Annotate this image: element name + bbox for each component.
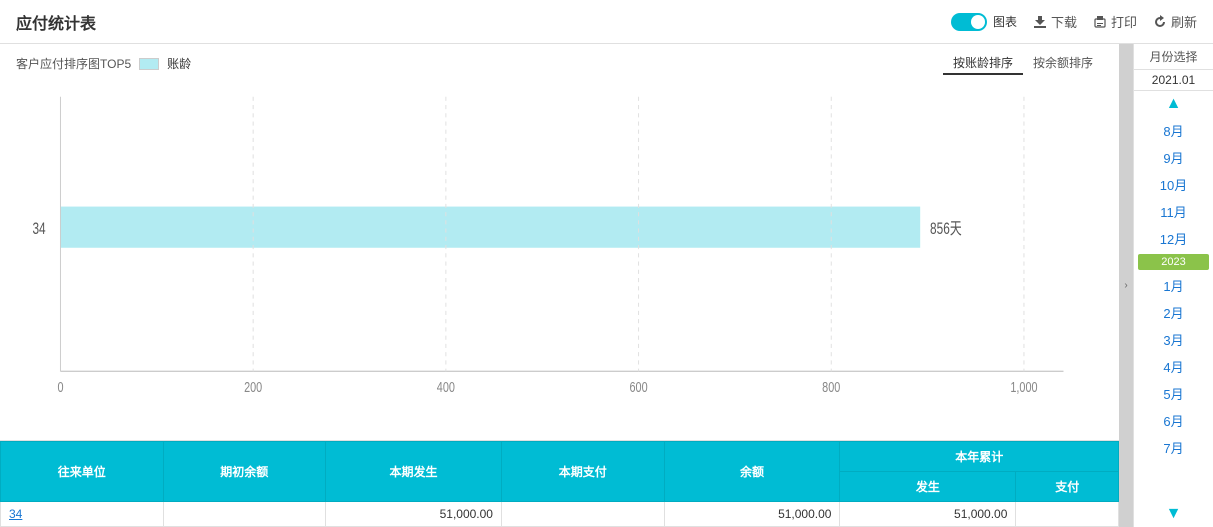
sidebar-month-item[interactable]: 9月 (1134, 144, 1213, 171)
cell-unit: 34 (1, 502, 164, 527)
print-icon (1093, 15, 1107, 29)
col-occur-header: 本期发生 (326, 442, 502, 502)
col-ytd-header: 本年累计 (840, 442, 1119, 472)
refresh-button[interactable]: 刷新 (1153, 12, 1197, 31)
sidebar-month-item[interactable]: 6月 (1134, 407, 1213, 434)
chart-area: 客户应付排序图TOP5 账龄 按账龄排序 按余额排序 34 (0, 44, 1119, 527)
svg-text:34: 34 (32, 220, 45, 238)
table-container: 往来单位 期初余额 本期发生 本期支付 余额 本年累计 发生 支付 (0, 440, 1119, 527)
sidebar-month-item[interactable]: 7月 (1134, 434, 1213, 461)
sidebar-month-item[interactable]: 5月 (1134, 380, 1213, 407)
col-balance-header: 余额 (664, 442, 840, 502)
sidebar-month-item[interactable]: 10月 (1134, 171, 1213, 198)
sidebar-month-item[interactable]: 4月 (1134, 353, 1213, 380)
svg-text:200: 200 (244, 378, 262, 395)
chart-toggle-wrapper: 图表 (951, 13, 1017, 31)
chart-sort-buttons: 按账龄排序 按余额排序 (943, 52, 1103, 75)
header-actions: 图表 下载 打印 刷新 (951, 12, 1197, 31)
legend-box (139, 58, 159, 70)
col-unit-header: 往来单位 (1, 442, 164, 502)
data-table: 往来单位 期初余额 本期发生 本期支付 余额 本年累计 发生 支付 (0, 441, 1119, 527)
month-list: 8月9月10月11月12月 2023 1月2月3月4月5月6月7月 (1134, 117, 1213, 501)
sidebar-month-item[interactable]: 2月 (1134, 299, 1213, 326)
right-panel: › 月份选择 ▲ 8月9月10月11月12月 2023 1月2月3月4月5月6月7月… (1119, 44, 1213, 527)
sidebar-year-input[interactable] (1134, 70, 1213, 91)
sort-by-balance-button[interactable]: 按余额排序 (1023, 52, 1103, 75)
chart-bar (60, 207, 920, 248)
sidebar-scroll-down-button[interactable]: ▼ (1134, 501, 1213, 527)
page-title: 应付统计表 (16, 10, 96, 34)
main-content: 客户应付排序图TOP5 账龄 按账龄排序 按余额排序 34 (0, 44, 1213, 527)
chart-toggle-label: 图表 (993, 13, 1017, 30)
col-opening-header: 期初余额 (163, 442, 326, 502)
cell-opening (163, 502, 326, 527)
svg-text:1,000: 1,000 (1010, 378, 1037, 395)
chart-header: 客户应付排序图TOP5 账龄 按账龄排序 按余额排序 (0, 44, 1119, 83)
sidebar-month-item[interactable]: 3月 (1134, 326, 1213, 353)
right-sidebar: 月份选择 ▲ 8月9月10月11月12月 2023 1月2月3月4月5月6月7月 ▼ (1133, 44, 1213, 527)
chart-canvas: 34 856天 0 200 400 600 (0, 83, 1119, 440)
sort-by-age-button[interactable]: 按账龄排序 (943, 52, 1023, 75)
app-container: 应付统计表 图表 下载 打印 刷新 (0, 0, 1213, 527)
download-icon (1033, 15, 1047, 29)
sidebar-collapse-button[interactable]: › (1119, 44, 1133, 527)
cell-ytd-pay (1016, 502, 1119, 527)
cell-balance: 51,000.00 (664, 502, 840, 527)
cell-occur: 51,000.00 (326, 502, 502, 527)
col-ytd-pay-header: 支付 (1016, 472, 1119, 502)
svg-text:800: 800 (822, 378, 840, 395)
print-button[interactable]: 打印 (1093, 12, 1137, 31)
sidebar-month-item[interactable]: 1月 (1134, 272, 1213, 299)
refresh-icon (1153, 15, 1167, 29)
col-ytd-occur-header: 发生 (840, 472, 1016, 502)
chart-legend: 客户应付排序图TOP5 账龄 (16, 55, 191, 72)
sidebar-month-item[interactable]: 2023 (1138, 254, 1209, 270)
legend-box-label: 账龄 (167, 55, 191, 72)
header: 应付统计表 图表 下载 打印 刷新 (0, 0, 1213, 44)
sidebar-month-item[interactable]: 8月 (1134, 117, 1213, 144)
cell-ytd-occur: 51,000.00 (840, 502, 1016, 527)
download-button[interactable]: 下载 (1033, 12, 1077, 31)
table-row: 34 51,000.00 51,000.00 51,000.00 (1, 502, 1119, 527)
svg-text:400: 400 (437, 378, 455, 395)
sidebar-month-item[interactable]: 12月 (1134, 225, 1213, 252)
svg-text:600: 600 (629, 378, 647, 395)
sidebar-month-item[interactable]: 11月 (1134, 198, 1213, 225)
legend-label: 客户应付排序图TOP5 (16, 55, 131, 72)
chart-toggle[interactable] (951, 13, 987, 31)
chart-svg: 34 856天 0 200 400 600 (16, 83, 1103, 440)
cell-pay (501, 502, 664, 527)
col-pay-header: 本期支付 (501, 442, 664, 502)
svg-text:856天: 856天 (930, 220, 962, 238)
sidebar-scroll-up-button[interactable]: ▲ (1134, 91, 1213, 117)
svg-text:0: 0 (57, 378, 63, 395)
sidebar-title: 月份选择 (1134, 44, 1213, 70)
